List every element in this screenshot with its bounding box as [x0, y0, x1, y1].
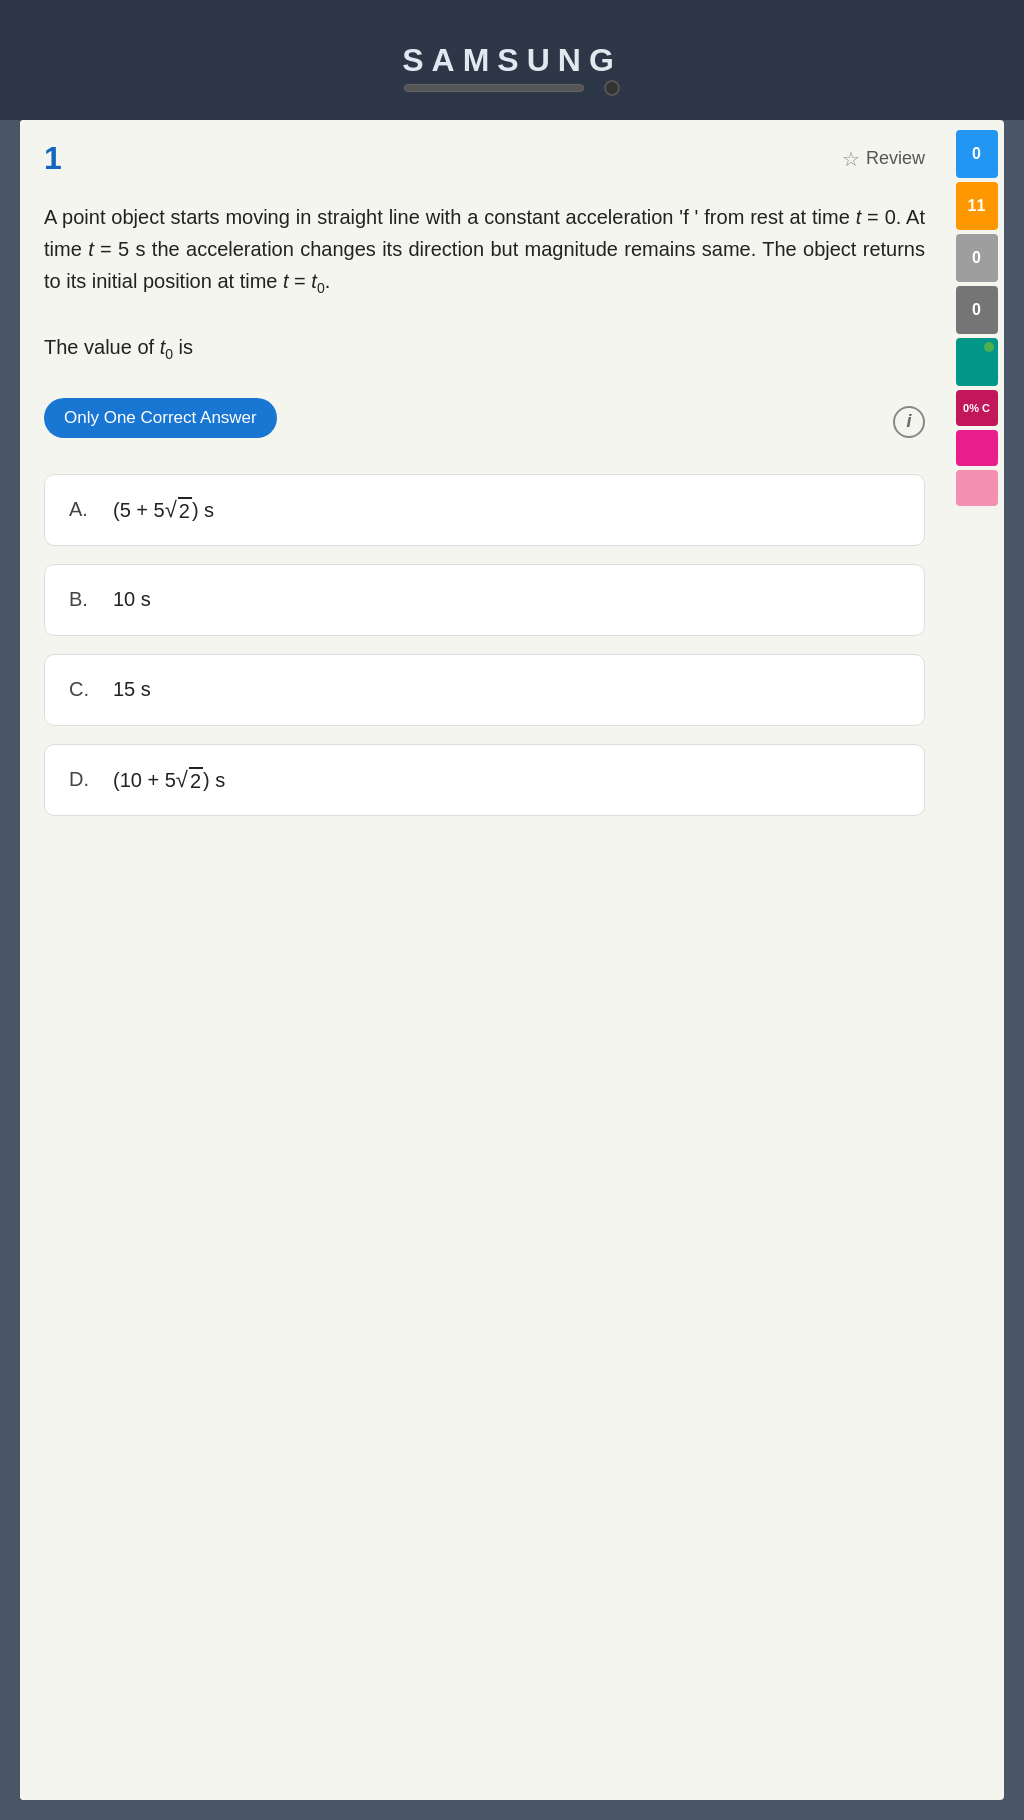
option-c-label: C.: [69, 678, 97, 701]
option-a-label: A.: [69, 498, 97, 521]
review-button[interactable]: ☆ Review: [842, 147, 925, 171]
option-c[interactable]: C. 15 s: [44, 654, 925, 726]
sidebar-badge-gray-0[interactable]: 0: [956, 234, 998, 282]
camera-dot: [604, 80, 620, 96]
option-d-label: D.: [69, 768, 97, 791]
sidebar-badge-teal[interactable]: [956, 338, 998, 386]
info-icon: i: [893, 406, 925, 438]
right-sidebar: 0 11 0 0 0% C: [949, 120, 1004, 1800]
option-a[interactable]: A. (5 + 5√2) s: [44, 474, 925, 546]
option-a-text: (5 + 5√2) s: [113, 497, 214, 523]
option-b[interactable]: B. 10 s: [44, 564, 925, 636]
sidebar-badge-pink-dark[interactable]: 0% C: [956, 390, 998, 426]
header-row: 1 ☆ Review: [44, 140, 925, 177]
top-bar: SAMSUNG: [0, 0, 1024, 120]
camera-area: [404, 80, 620, 96]
option-d-text: (10 + 5√2) s: [113, 767, 225, 793]
question-text: A point object starts moving in straight…: [44, 201, 925, 366]
review-label: Review: [866, 148, 925, 169]
sidebar-badge-dark-0[interactable]: 0: [956, 286, 998, 334]
samsung-logo: SAMSUNG: [402, 42, 622, 79]
option-c-text: 15 s: [113, 678, 151, 701]
sidebar-badge-0[interactable]: 0: [956, 130, 998, 178]
info-row: Only One Correct Answer i: [44, 398, 925, 446]
answer-type-badge: Only One Correct Answer: [44, 398, 277, 438]
sidebar-badge-light-pink[interactable]: [956, 470, 998, 506]
teal-dot: [984, 342, 994, 352]
sidebar-badge-11[interactable]: 11: [956, 182, 998, 230]
main-content: 1 ☆ Review A point object starts moving …: [20, 120, 949, 1800]
question-line1: A point object starts moving in straight…: [44, 206, 925, 292]
question-number: 1: [44, 140, 62, 177]
question-line2: The value of t0 is: [44, 336, 193, 358]
star-icon: ☆: [842, 147, 860, 171]
option-b-text: 10 s: [113, 588, 151, 611]
option-b-label: B.: [69, 588, 97, 611]
device-frame: SAMSUNG 0 11 0 0 0% C: [0, 0, 1024, 1820]
option-d[interactable]: D. (10 + 5√2) s: [44, 744, 925, 816]
home-button-bar: [404, 84, 584, 92]
screen: 0 11 0 0 0% C 1: [20, 120, 1004, 1800]
sidebar-badge-pink[interactable]: [956, 430, 998, 466]
